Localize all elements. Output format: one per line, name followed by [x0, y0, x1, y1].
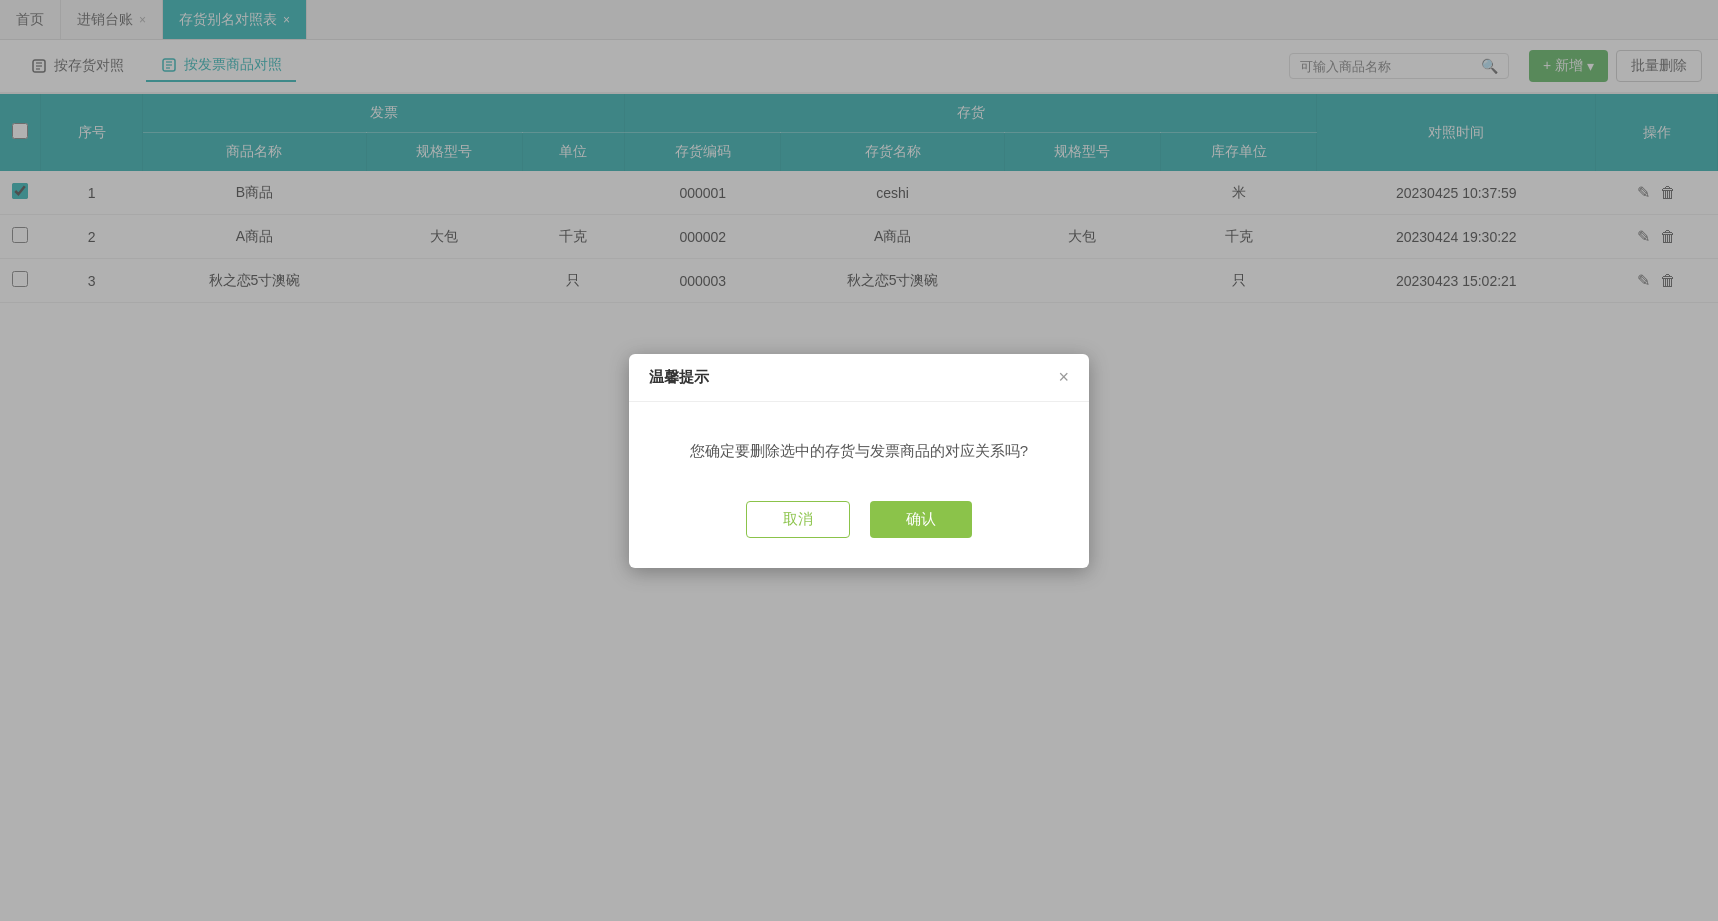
- modal-cancel-button[interactable]: 取消: [746, 501, 850, 538]
- modal-close-button[interactable]: ×: [1058, 368, 1069, 386]
- modal-message: 您确定要删除选中的存货与发票商品的对应关系吗?: [690, 442, 1028, 459]
- modal-body: 您确定要删除选中的存货与发票商品的对应关系吗?: [629, 402, 1089, 491]
- modal-title: 温馨提示: [649, 368, 709, 387]
- modal-overlay: 温馨提示 × 您确定要删除选中的存货与发票商品的对应关系吗? 取消 确认: [0, 0, 1718, 921]
- modal-confirm-button[interactable]: 确认: [870, 501, 972, 538]
- modal-header: 温馨提示 ×: [629, 354, 1089, 402]
- modal-footer: 取消 确认: [629, 491, 1089, 568]
- modal-dialog: 温馨提示 × 您确定要删除选中的存货与发票商品的对应关系吗? 取消 确认: [629, 354, 1089, 568]
